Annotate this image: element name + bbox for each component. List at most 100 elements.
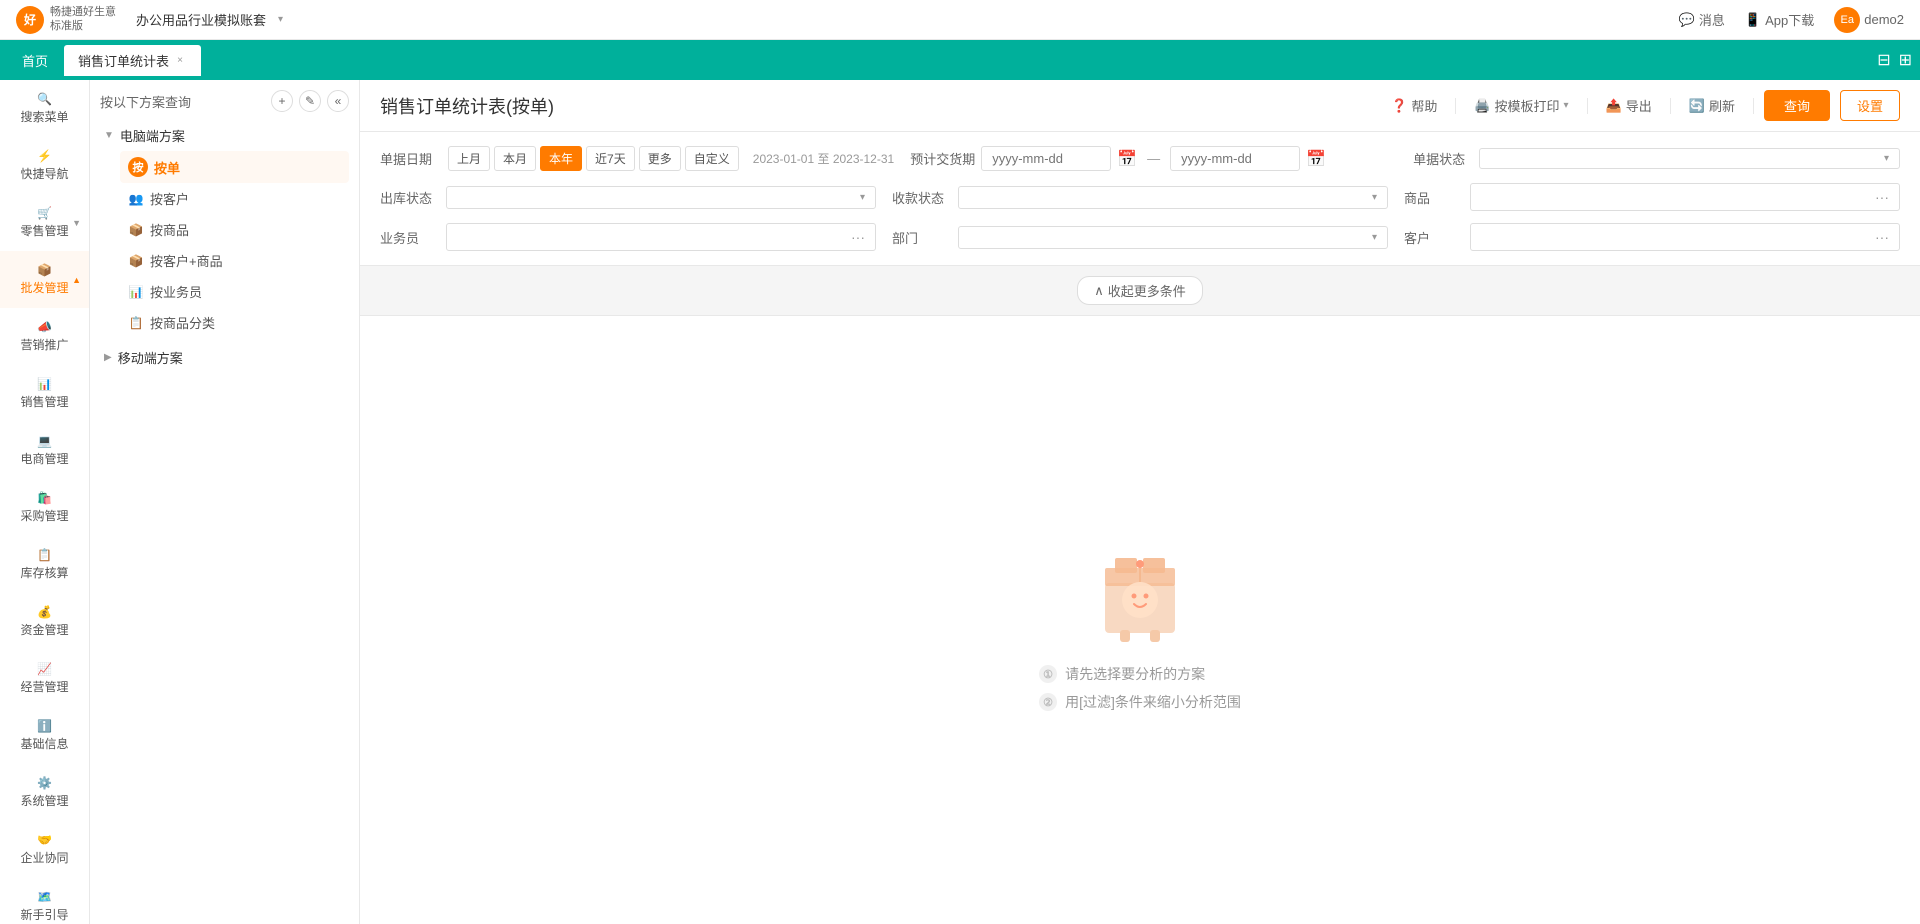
template-print-label: 按模板打印 bbox=[1495, 96, 1560, 115]
page-title: 销售订单统计表(按单) bbox=[380, 93, 554, 119]
mobile-group-arrow: ▶ bbox=[104, 352, 112, 363]
bill-status-dropdown[interactable]: ▾ bbox=[1479, 148, 1900, 169]
sidebar-item-sales[interactable]: 📊 销售管理 bbox=[0, 365, 89, 422]
scheme-group-pc: ▼ 电脑端方案 按 按单 👥 按客户 📦 bbox=[100, 120, 349, 338]
sidebar-item-base-info[interactable]: ℹ️ 基础信息 bbox=[0, 707, 89, 764]
sidebar-item-operations[interactable]: 📈 经营管理 bbox=[0, 650, 89, 707]
tab-home[interactable]: 首页 bbox=[8, 45, 62, 76]
expected-date-start[interactable] bbox=[981, 146, 1111, 171]
bill-status-label: 单据状态 bbox=[1413, 149, 1473, 168]
help-btn[interactable]: ❓ 帮助 bbox=[1383, 92, 1445, 119]
message-btn[interactable]: 💬 消息 bbox=[1679, 10, 1725, 29]
query-btn[interactable]: 查询 bbox=[1764, 90, 1830, 121]
salesperson-more-btn[interactable]: ··· bbox=[851, 229, 865, 245]
retail-arrow: ▼ bbox=[72, 218, 81, 228]
user-area[interactable]: Ea demo2 bbox=[1834, 7, 1904, 33]
goods-input[interactable]: ··· bbox=[1470, 183, 1900, 211]
sidebar-item-retail[interactable]: 🛒 零售管理 ▼ bbox=[0, 194, 89, 251]
this-year-btn[interactable]: 本年 bbox=[540, 146, 582, 171]
logo-icon: 好 bbox=[16, 6, 44, 34]
ship-status-arrow: ▾ bbox=[860, 192, 865, 203]
sidebar-item-purchase[interactable]: 🛍️ 采购管理 bbox=[0, 479, 89, 536]
user-label: demo2 bbox=[1864, 12, 1904, 27]
tab-sales-order-stats-label: 销售订单统计表 bbox=[78, 51, 169, 70]
scheme-group-mobile: ▶ 移动端方案 bbox=[100, 342, 349, 373]
scheme-item-by-customer[interactable]: 👥 按客户 bbox=[120, 183, 349, 214]
customer-more-btn[interactable]: ··· bbox=[1875, 229, 1889, 245]
by-customer-label: 按客户 bbox=[150, 189, 189, 208]
refresh-btn[interactable]: 🔄 刷新 bbox=[1681, 92, 1743, 119]
last-month-btn[interactable]: 上月 bbox=[448, 146, 490, 171]
payment-status-label: 收款状态 bbox=[892, 188, 952, 207]
sidebar-item-ecommerce[interactable]: 💻 电商管理 bbox=[0, 422, 89, 479]
sidebar-item-system[interactable]: ⚙️ 系统管理 bbox=[0, 764, 89, 821]
bill-status-arrow: ▾ bbox=[1884, 153, 1889, 164]
calendar-end-icon[interactable]: 📅 bbox=[1306, 149, 1326, 169]
department-dropdown[interactable]: ▾ bbox=[958, 226, 1388, 249]
template-print-btn[interactable]: 🖨️ 按模板打印 ▾ bbox=[1466, 92, 1576, 119]
collapse-btn-label: 收起更多条件 bbox=[1108, 281, 1186, 300]
add-scheme-btn[interactable]: + bbox=[271, 90, 293, 112]
print-dropdown-arrow[interactable]: ▾ bbox=[1564, 100, 1569, 111]
collapse-panel-btn[interactable]: « bbox=[327, 90, 349, 112]
sidebar-item-finance[interactable]: 💰 资金管理 bbox=[0, 593, 89, 650]
ship-status-dropdown[interactable]: ▾ bbox=[446, 186, 876, 209]
sidebar-item-enterprise[interactable]: 🤝 企业协同 bbox=[0, 821, 89, 878]
customer-group: 客户 ··· bbox=[1404, 223, 1900, 251]
top-title-dropdown-icon[interactable]: ▾ bbox=[278, 14, 283, 25]
by-order-icon: 按 bbox=[128, 157, 148, 177]
app-download-label: App下载 bbox=[1765, 10, 1814, 29]
left-panel-title: 按以下方案查询 bbox=[100, 92, 191, 111]
system-icon: ⚙️ bbox=[37, 776, 52, 790]
divider4 bbox=[1753, 98, 1754, 114]
sidebar-item-guide[interactable]: 🗺️ 新手引导 bbox=[0, 878, 89, 924]
custom-btn[interactable]: 自定义 bbox=[685, 146, 739, 171]
maximize-btn[interactable]: ⊞ bbox=[1899, 50, 1912, 70]
inventory-label: 库存核算 bbox=[20, 564, 68, 581]
empty-illustration bbox=[1080, 528, 1200, 648]
refresh-icon: 🔄 bbox=[1689, 98, 1705, 114]
scheme-item-by-product[interactable]: 📦 按商品 bbox=[120, 214, 349, 245]
sidebar-item-search-menu[interactable]: 🔍 搜索菜单 bbox=[0, 80, 89, 137]
divider3 bbox=[1670, 98, 1671, 114]
expected-date-end[interactable] bbox=[1170, 146, 1300, 171]
goods-more-btn[interactable]: ··· bbox=[1875, 189, 1889, 205]
sidebar-item-quick-nav[interactable]: ⚡ 快捷导航 bbox=[0, 137, 89, 194]
bill-date-label: 单据日期 bbox=[380, 149, 440, 168]
minimize-btn[interactable]: ⊟ bbox=[1877, 50, 1890, 70]
last7-btn[interactable]: 近7天 bbox=[586, 146, 635, 171]
operations-label: 经营管理 bbox=[20, 678, 68, 695]
scheme-group-pc-header[interactable]: ▼ 电脑端方案 bbox=[100, 120, 349, 151]
scheme-item-by-product-category[interactable]: 📋 按商品分类 bbox=[120, 307, 349, 338]
content-area: 按以下方案查询 + ✎ « ▼ 电脑端方案 按 bbox=[90, 80, 1920, 924]
scheme-item-by-order[interactable]: 按 按单 bbox=[120, 151, 349, 183]
scheme-group-mobile-header[interactable]: ▶ 移动端方案 bbox=[100, 342, 349, 373]
message-icon: 💬 bbox=[1679, 12, 1695, 28]
tab-sales-order-stats[interactable]: 销售订单统计表 × bbox=[64, 45, 201, 76]
payment-status-dropdown[interactable]: ▾ bbox=[958, 186, 1388, 209]
sidebar-item-wholesale[interactable]: 📦 批发管理 ▲ bbox=[0, 251, 89, 308]
wholesale-arrow: ▲ bbox=[72, 275, 81, 285]
scheme-item-by-salesperson[interactable]: 📊 按业务员 bbox=[120, 276, 349, 307]
collapse-more-btn[interactable]: ∧ 收起更多条件 bbox=[1077, 276, 1203, 305]
by-customer-icon: 👥 bbox=[128, 191, 144, 207]
more-btn[interactable]: 更多 bbox=[639, 146, 681, 171]
edit-scheme-btn[interactable]: ✎ bbox=[299, 90, 321, 112]
logo-text: 畅捷通好生意 标准版 bbox=[50, 6, 116, 32]
settings-btn[interactable]: 设置 bbox=[1840, 90, 1900, 121]
customer-input[interactable]: ··· bbox=[1470, 223, 1900, 251]
main-layout: 🔍 搜索菜单 ⚡ 快捷导航 🛒 零售管理 ▼ 📦 批发管理 ▲ 📣 营销推广 📊… bbox=[0, 80, 1920, 924]
app-download-btn[interactable]: 📱 App下载 bbox=[1745, 10, 1814, 29]
sidebar-item-inventory[interactable]: 📋 库存核算 bbox=[0, 536, 89, 593]
ship-status-group: 出库状态 ▾ bbox=[380, 186, 876, 209]
marketing-icon: 📣 bbox=[37, 320, 52, 334]
tab-close-btn[interactable]: × bbox=[173, 53, 187, 67]
this-month-btn[interactable]: 本月 bbox=[494, 146, 536, 171]
scheme-item-by-customer-product[interactable]: 📦 按客户+商品 bbox=[120, 245, 349, 276]
sidebar-item-marketing[interactable]: 📣 营销推广 bbox=[0, 308, 89, 365]
calendar-start-icon[interactable]: 📅 bbox=[1117, 149, 1137, 169]
salesperson-input[interactable]: ··· bbox=[446, 223, 876, 251]
print-icon: 🖨️ bbox=[1474, 98, 1490, 114]
help-icon: ❓ bbox=[1391, 98, 1407, 114]
export-btn[interactable]: 📤 导出 bbox=[1598, 92, 1660, 119]
